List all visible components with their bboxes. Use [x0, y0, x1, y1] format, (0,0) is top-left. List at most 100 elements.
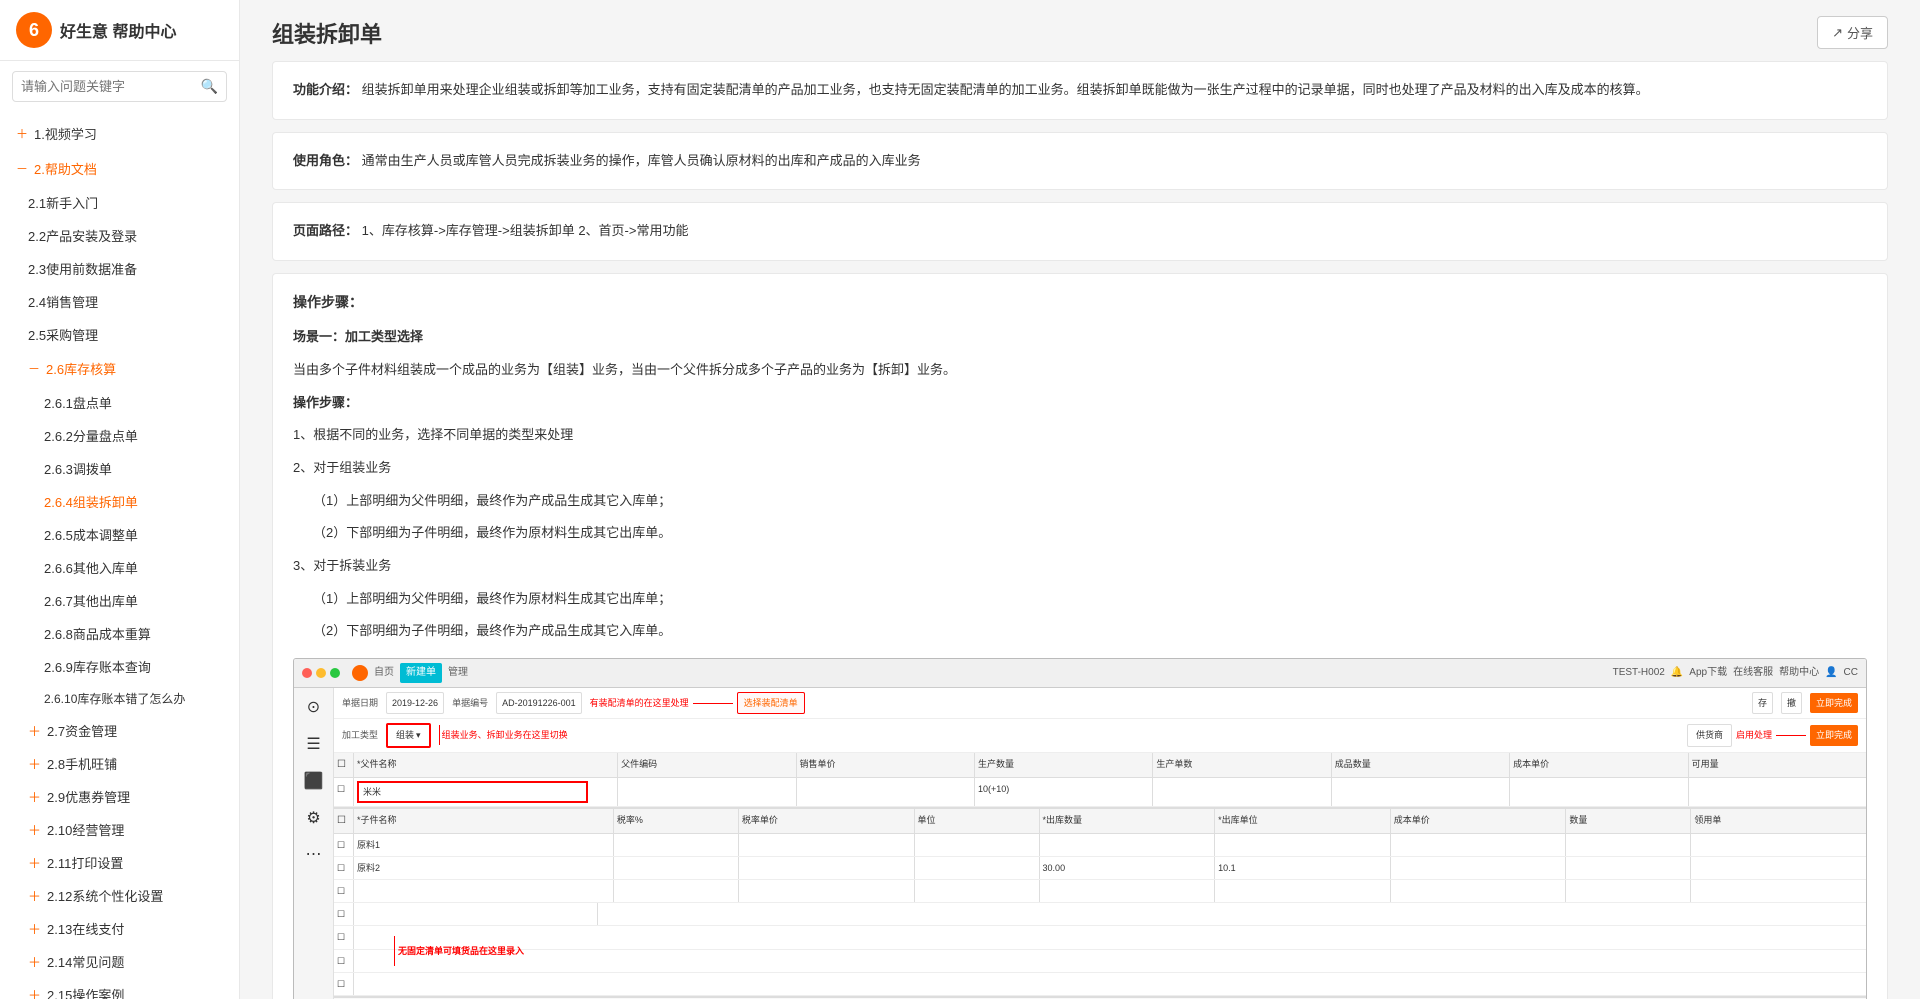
- sidebar-item-label: 2.6.7其他出库单: [44, 591, 138, 610]
- lrow1-check[interactable]: ☐: [334, 834, 354, 856]
- sidebar-item-2-6-5[interactable]: 2.6.5成本调整单: [0, 518, 239, 551]
- lrow5-check[interactable]: ☐: [334, 926, 354, 948]
- manage-tab[interactable]: 管理: [448, 664, 468, 682]
- sidebar-item-coupon[interactable]: ＋ 2.9优惠券管理: [0, 780, 239, 813]
- lrow2-tax[interactable]: [614, 857, 739, 879]
- sidebar-item-purchase[interactable]: 2.5采购管理: [0, 318, 239, 351]
- enable-btn[interactable]: 立即完成: [1810, 725, 1858, 745]
- nav-home-icon: ⊙: [307, 694, 320, 723]
- sidebar-item-label: 1.视频学习: [34, 124, 97, 143]
- topbar-icon3: 在线客服: [1733, 664, 1773, 682]
- lrow1-outunit[interactable]: [1215, 834, 1391, 856]
- lrow2-taxprice[interactable]: [739, 857, 915, 879]
- lrow2-costp[interactable]: [1391, 857, 1567, 879]
- prod-qty-cell1[interactable]: 10(+10): [975, 778, 1153, 806]
- cost-price-cell1[interactable]: [1510, 778, 1688, 806]
- toolbar-icon1[interactable]: 存: [1752, 692, 1773, 714]
- parent-name-input1[interactable]: 米米: [357, 781, 588, 803]
- sidebar-item-newbie[interactable]: 2.1新手入门: [0, 186, 239, 219]
- sidebar-item-faq[interactable]: ＋ 2.14常见问题: [0, 945, 239, 978]
- lower-row3: ☐: [334, 880, 1866, 903]
- prod-units-cell1[interactable]: [1153, 778, 1331, 806]
- sidebar-item-2-6-3[interactable]: 2.6.3调拨单: [0, 452, 239, 485]
- lrow1-taxprice[interactable]: [739, 834, 915, 856]
- col-check: ☐: [334, 753, 354, 777]
- topbar-area-label: 自页: [374, 664, 394, 682]
- sidebar-item-label: 2.4销售管理: [28, 292, 98, 311]
- col-parent-name: *父件名称: [354, 753, 618, 777]
- sidebar-item-2-6-2[interactable]: 2.6.2分量盘点单: [0, 419, 239, 452]
- share-label: 分享: [1847, 23, 1873, 42]
- supplier-field[interactable]: 供货商: [1687, 724, 1732, 746]
- lrow3-check[interactable]: ☐: [334, 880, 354, 902]
- sidebar-item-2-6-1[interactable]: 2.6.1盘点单: [0, 386, 239, 419]
- complete-btn[interactable]: 立即完成: [1810, 693, 1858, 713]
- lrow1-qty[interactable]: [1566, 834, 1691, 856]
- avail-cell1[interactable]: [1689, 778, 1866, 806]
- lrow2-outunit[interactable]: 10.1: [1215, 857, 1391, 879]
- sidebar-item-docs[interactable]: － 2.帮助文档: [0, 151, 239, 186]
- ops-box: 操作步骤： 场景一：加工类型选择 当由多个子件材料组装成一个成品的业务为【组装】…: [272, 273, 1888, 999]
- intro-box: 功能介绍： 组装拆卸单用来处理企业组装或拆卸等加工业务，支持有固定装配清单的产品…: [272, 61, 1888, 120]
- parent-code-cell1[interactable]: [618, 778, 796, 806]
- search-box[interactable]: 🔍: [12, 71, 227, 102]
- lrow2-unit[interactable]: [915, 857, 1040, 879]
- sidebar-item-data[interactable]: 2.3使用前数据准备: [0, 252, 239, 285]
- sidebar-item-2-6-10[interactable]: 2.6.10库存账本错了怎么办: [0, 683, 239, 714]
- lrow5-rest: [354, 926, 1866, 948]
- sale-price-cell1[interactable]: [797, 778, 975, 806]
- sidebar-item-cases[interactable]: ＋ 2.15操作案例: [0, 978, 239, 999]
- sidebar-item-inventory[interactable]: － 2.6库存核算: [0, 351, 239, 386]
- sidebar-item-install[interactable]: 2.2产品安装及登录: [0, 219, 239, 252]
- col-out-unit: *出库单位: [1215, 809, 1391, 833]
- sidebar-item-2-6-9[interactable]: 2.6.9库存账本查询: [0, 650, 239, 683]
- lrow4-name[interactable]: [354, 903, 598, 925]
- lower-table: ☐ *子件名称 税率% 税率单价 单位 *出库数量 *出库单位 成本单价 数量 …: [334, 809, 1866, 996]
- lower-row2: ☐ 原料2 30.00 10.1: [334, 857, 1866, 880]
- lrow2-check[interactable]: ☐: [334, 857, 354, 879]
- lrow2-qty[interactable]: [1566, 857, 1691, 879]
- lrow2-useorder[interactable]: [1691, 857, 1866, 879]
- sidebar-item-custom[interactable]: ＋ 2.12系统个性化设置: [0, 879, 239, 912]
- sidebar-item-sales[interactable]: 2.4销售管理: [0, 285, 239, 318]
- sidebar-item-label: 2.5采购管理: [28, 325, 98, 344]
- lrow4-check[interactable]: ☐: [334, 903, 354, 925]
- share-button[interactable]: ↗ 分享: [1817, 16, 1888, 49]
- date-field-label: 单据日期: [342, 695, 378, 711]
- lrow1-useorder[interactable]: [1691, 834, 1866, 856]
- date-field-value[interactable]: 2019-12-26: [386, 692, 444, 714]
- search-icon[interactable]: 🔍: [201, 78, 218, 95]
- lrow1-tax[interactable]: [614, 834, 739, 856]
- sidebar-item-label: 2.6.2分量盘点单: [44, 426, 138, 445]
- lrow6-check[interactable]: ☐: [334, 950, 354, 972]
- role-label: 使用角色：: [293, 153, 358, 168]
- lrow3-name[interactable]: [354, 880, 614, 902]
- topbar-icon4: 帮助中心: [1779, 664, 1819, 682]
- sidebar-item-pay[interactable]: ＋ 2.13在线支付: [0, 912, 239, 945]
- select-bom-btn[interactable]: 选择装配清单: [737, 692, 805, 714]
- sidebar-item-video[interactable]: ＋ 1.视频学习: [0, 116, 239, 151]
- sidebar-item-finance[interactable]: ＋ 2.7资金管理: [0, 714, 239, 747]
- finish-qty-cell1[interactable]: [1332, 778, 1510, 806]
- new-doc-tab[interactable]: 新建单: [400, 663, 442, 683]
- lrow1-costp[interactable]: [1391, 834, 1567, 856]
- lrow2-outqty[interactable]: 30.00: [1040, 857, 1216, 879]
- sidebar-item-2-6-7[interactable]: 2.6.7其他出库单: [0, 584, 239, 617]
- path-label: 页面路径：: [293, 223, 358, 238]
- sidebar-item-mobile[interactable]: ＋ 2.8手机旺铺: [0, 747, 239, 780]
- lrow1-unit[interactable]: [915, 834, 1040, 856]
- sidebar-item-2-6-4[interactable]: 2.6.4组装拆卸单: [0, 485, 239, 518]
- sidebar-item-biz[interactable]: ＋ 2.10经营管理: [0, 813, 239, 846]
- toolbar-icon2[interactable]: 撤: [1781, 692, 1802, 714]
- upper-table: ☐ *父件名称 父件编码 销售单价 生产数量 生产单数 成品数量 成本单价 可用…: [334, 753, 1866, 809]
- lrow1-name: 原料1: [354, 834, 614, 856]
- type-select[interactable]: 组装 ▾: [386, 723, 431, 747]
- sidebar-item-2-6-8[interactable]: 2.6.8商品成本重算: [0, 617, 239, 650]
- sidebar-item-2-6-6[interactable]: 2.6.6其他入库单: [0, 551, 239, 584]
- search-input[interactable]: [21, 79, 201, 94]
- row-check1[interactable]: ☐: [334, 778, 354, 806]
- lrow7-check[interactable]: ☐: [334, 973, 354, 995]
- order-field-value[interactable]: AD-20191226-001: [496, 692, 582, 714]
- lrow1-outqty[interactable]: [1040, 834, 1216, 856]
- sidebar-item-print[interactable]: ＋ 2.11打印设置: [0, 846, 239, 879]
